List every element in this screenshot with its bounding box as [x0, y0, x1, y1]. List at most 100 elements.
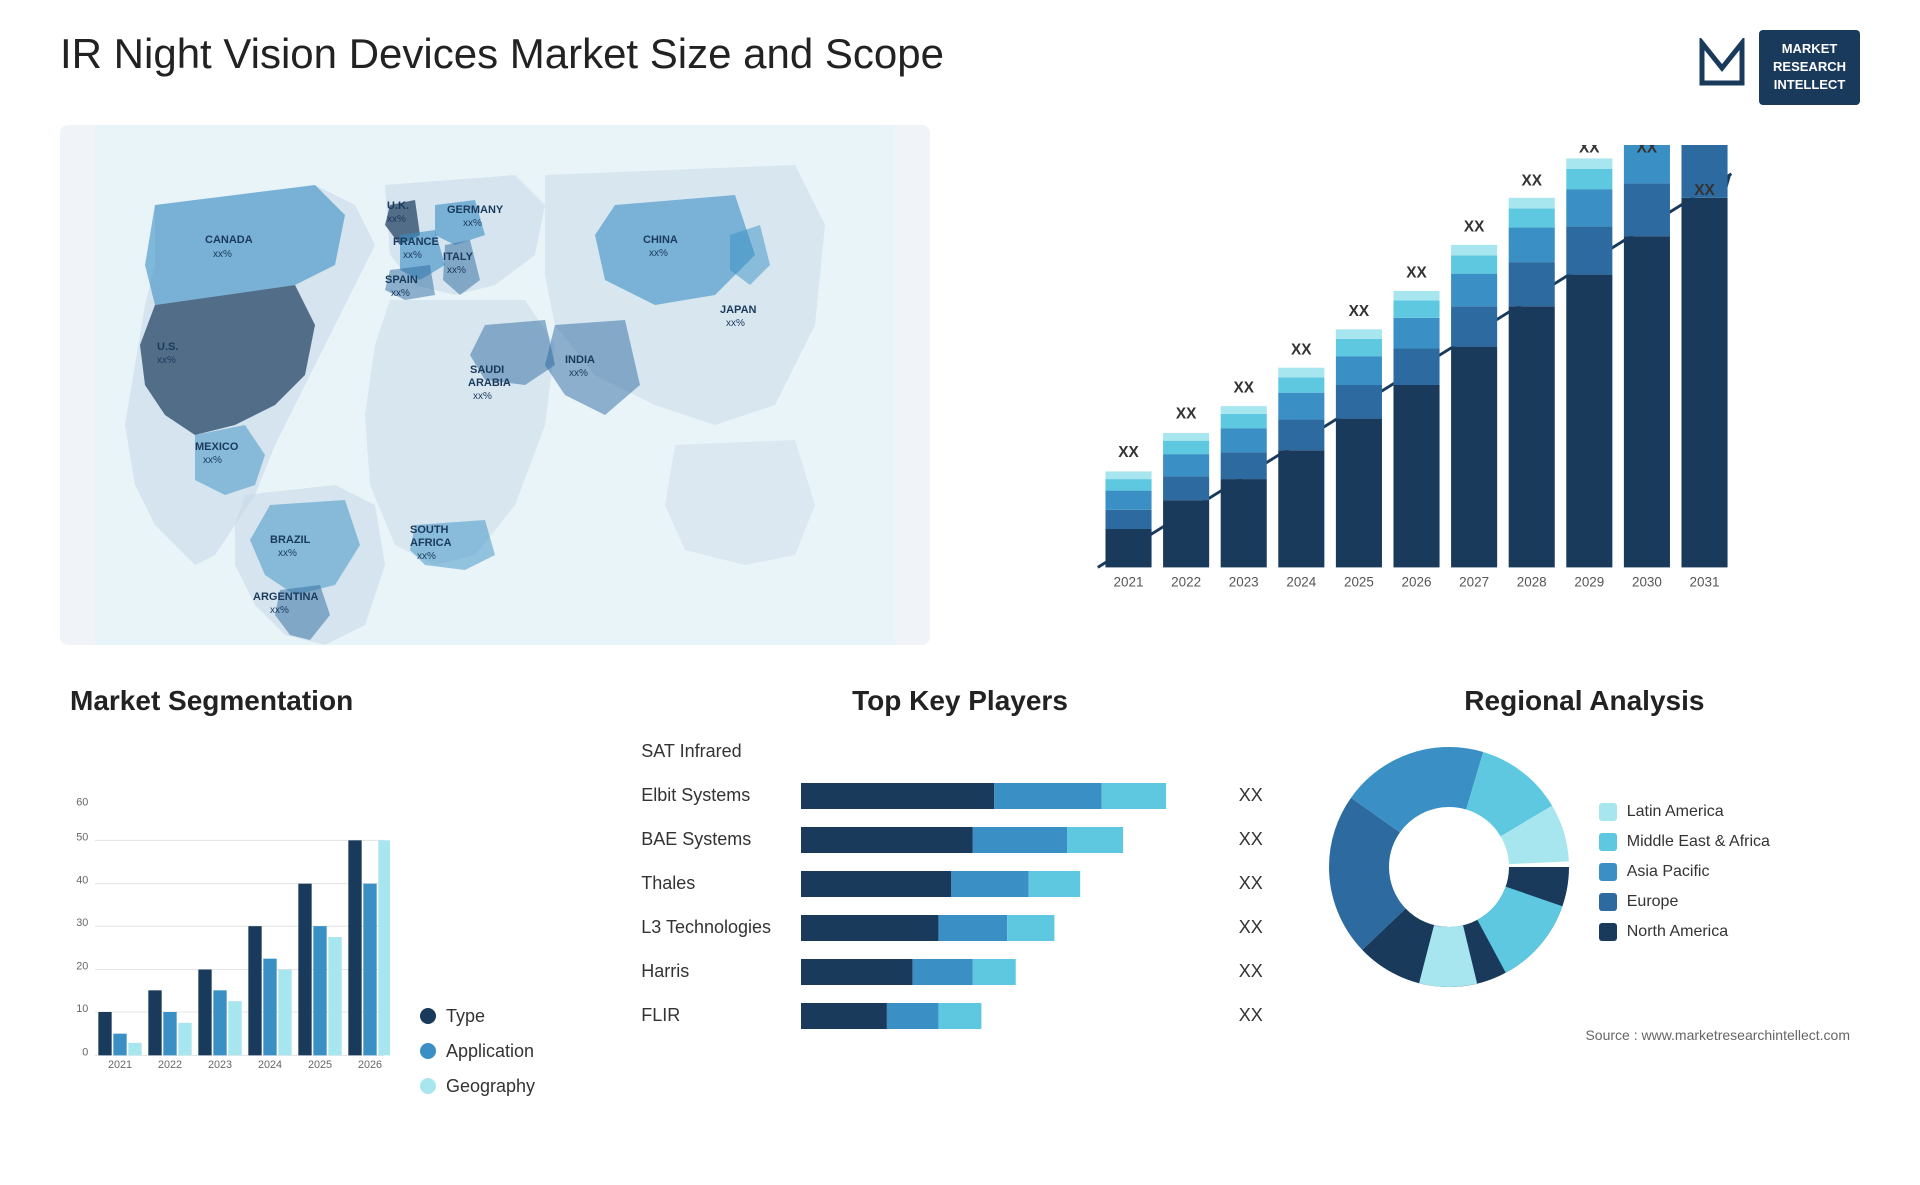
spain-label: SPAIN	[385, 274, 418, 286]
saudi-arabia-label: ARABIA	[468, 377, 511, 389]
player-xx-thales: XX	[1239, 873, 1279, 894]
regional-latin-dot	[1599, 803, 1617, 821]
logo-text: MARKET RESEARCH INTELLECT	[1759, 30, 1860, 105]
year-2031: 2031	[1690, 574, 1720, 589]
india-pct: xx%	[569, 368, 588, 379]
players-area: Top Key Players SAT Infrared Elbit Syste…	[631, 675, 1289, 1155]
regional-mea-label: Middle East & Africa	[1627, 833, 1770, 851]
svg-text:2023: 2023	[208, 1058, 232, 1070]
legend-application: Application	[420, 1041, 535, 1062]
year-2027: 2027	[1459, 574, 1489, 589]
year-2024: 2024	[1286, 574, 1316, 589]
player-name-l3: L3 Technologies	[641, 917, 801, 938]
regional-title: Regional Analysis	[1319, 685, 1850, 717]
year-2021: 2021	[1114, 574, 1144, 589]
map-area: CANADA xx% U.S. xx% MEXICO xx% BRAZIL xx…	[60, 125, 930, 645]
player-sat-infrared: SAT Infrared	[641, 737, 1279, 767]
trend-xx-2022: XX	[1176, 405, 1197, 422]
trend-xx-2029: XX	[1579, 145, 1600, 157]
trend-xx-2025: XX	[1349, 302, 1370, 319]
uk-pct: xx%	[387, 214, 406, 225]
saudi-pct: xx%	[473, 391, 492, 402]
player-name-thales: Thales	[641, 873, 801, 894]
india-label: INDIA	[565, 354, 595, 366]
us-label: U.S.	[157, 341, 178, 353]
trend-xx-2028: XX	[1521, 172, 1542, 189]
source-text: Source : www.marketresearchintellect.com	[1319, 1027, 1850, 1043]
player-flir: FLIR XX	[641, 1001, 1279, 1031]
regional-mea-dot	[1599, 833, 1617, 851]
world-map: CANADA xx% U.S. xx% MEXICO xx% BRAZIL xx…	[60, 125, 930, 645]
player-bae: BAE Systems XX	[641, 825, 1279, 855]
regional-europe: Europe	[1599, 893, 1770, 911]
logo-m-letter	[1697, 38, 1747, 96]
france-label: FRANCE	[393, 236, 439, 248]
players-title: Top Key Players	[641, 685, 1279, 717]
saudi-label: SAUDI	[470, 364, 504, 376]
brazil-label: BRAZIL	[270, 534, 311, 546]
trend-xx-2026: XX	[1406, 264, 1427, 281]
page-title: IR Night Vision Devices Market Size and …	[60, 30, 944, 78]
svg-text:2022: 2022	[158, 1058, 182, 1070]
player-name-sat: SAT Infrared	[641, 741, 801, 762]
china-pct: xx%	[649, 248, 668, 259]
trend-xx-2021: XX	[1118, 444, 1139, 461]
regional-na-label: North America	[1627, 923, 1728, 941]
regional-latin-label: Latin America	[1627, 803, 1724, 821]
player-name-harris: Harris	[641, 961, 801, 982]
mexico-pct: xx%	[203, 455, 222, 466]
player-name-elbit: Elbit Systems	[641, 785, 801, 806]
regional-europe-dot	[1599, 893, 1617, 911]
trend-xx-2023: XX	[1233, 379, 1254, 396]
argentina-pct: xx%	[270, 605, 289, 616]
player-name-flir: FLIR	[641, 1005, 801, 1026]
svg-text:10: 10	[76, 1003, 88, 1015]
regional-area: Regional Analysis	[1309, 675, 1860, 1155]
regional-apac-label: Asia Pacific	[1627, 863, 1710, 881]
player-xx-harris: XX	[1239, 961, 1279, 982]
svg-text:2026: 2026	[358, 1058, 382, 1070]
legend-type-label: Type	[446, 1006, 485, 1027]
legend-type: Type	[420, 1006, 535, 1027]
legend-geography-dot	[420, 1078, 436, 1094]
svg-text:2021: 2021	[108, 1058, 132, 1070]
year-2025: 2025	[1344, 574, 1374, 589]
player-xx-l3: XX	[1239, 917, 1279, 938]
china-label: CHINA	[643, 234, 678, 246]
uk-label: U.K.	[387, 200, 409, 212]
legend-application-label: Application	[446, 1041, 534, 1062]
south-africa-label2: AFRICA	[410, 537, 452, 549]
legend-type-dot	[420, 1008, 436, 1024]
canada-pct: xx%	[213, 249, 232, 260]
france-pct: xx%	[403, 250, 422, 261]
trend-xx-2027: XX	[1464, 218, 1485, 235]
year-2026: 2026	[1402, 574, 1432, 589]
trend-chart-svg: XX XX XX	[970, 145, 1840, 625]
argentina-label: ARGENTINA	[253, 591, 318, 603]
regional-europe-label: Europe	[1627, 893, 1679, 911]
svg-text:60: 60	[76, 797, 88, 808]
page: IR Night Vision Devices Market Size and …	[0, 0, 1920, 1185]
regional-donut-chart	[1319, 737, 1579, 997]
bottom-section: Market Segmentation 0 10 20 30 40 50 60	[60, 675, 1860, 1155]
segmentation-area: Market Segmentation 0 10 20 30 40 50 60	[60, 675, 611, 1155]
italy-pct: xx%	[447, 265, 466, 276]
player-xx-bae: XX	[1239, 829, 1279, 850]
svg-text:30: 30	[76, 917, 88, 929]
south-africa-label: SOUTH	[410, 524, 449, 536]
svg-text:2025: 2025	[308, 1058, 332, 1070]
svg-text:20: 20	[76, 960, 88, 972]
year-2028: 2028	[1517, 574, 1547, 589]
top-section: CANADA xx% U.S. xx% MEXICO xx% BRAZIL xx…	[60, 125, 1860, 645]
segmentation-title: Market Segmentation	[70, 685, 601, 717]
germany-label: GERMANY	[447, 204, 504, 216]
svg-text:0: 0	[82, 1046, 88, 1058]
trend-xx-2031: XX	[1694, 181, 1715, 198]
regional-legend: Latin America Middle East & Africa Asia …	[1599, 803, 1770, 941]
canada-label: CANADA	[205, 234, 253, 246]
player-thales: Thales XX	[641, 869, 1279, 899]
svg-text:50: 50	[76, 831, 88, 843]
trend-xx-2024: XX	[1291, 341, 1312, 358]
year-2030: 2030	[1632, 574, 1662, 589]
player-name-bae: BAE Systems	[641, 829, 801, 850]
